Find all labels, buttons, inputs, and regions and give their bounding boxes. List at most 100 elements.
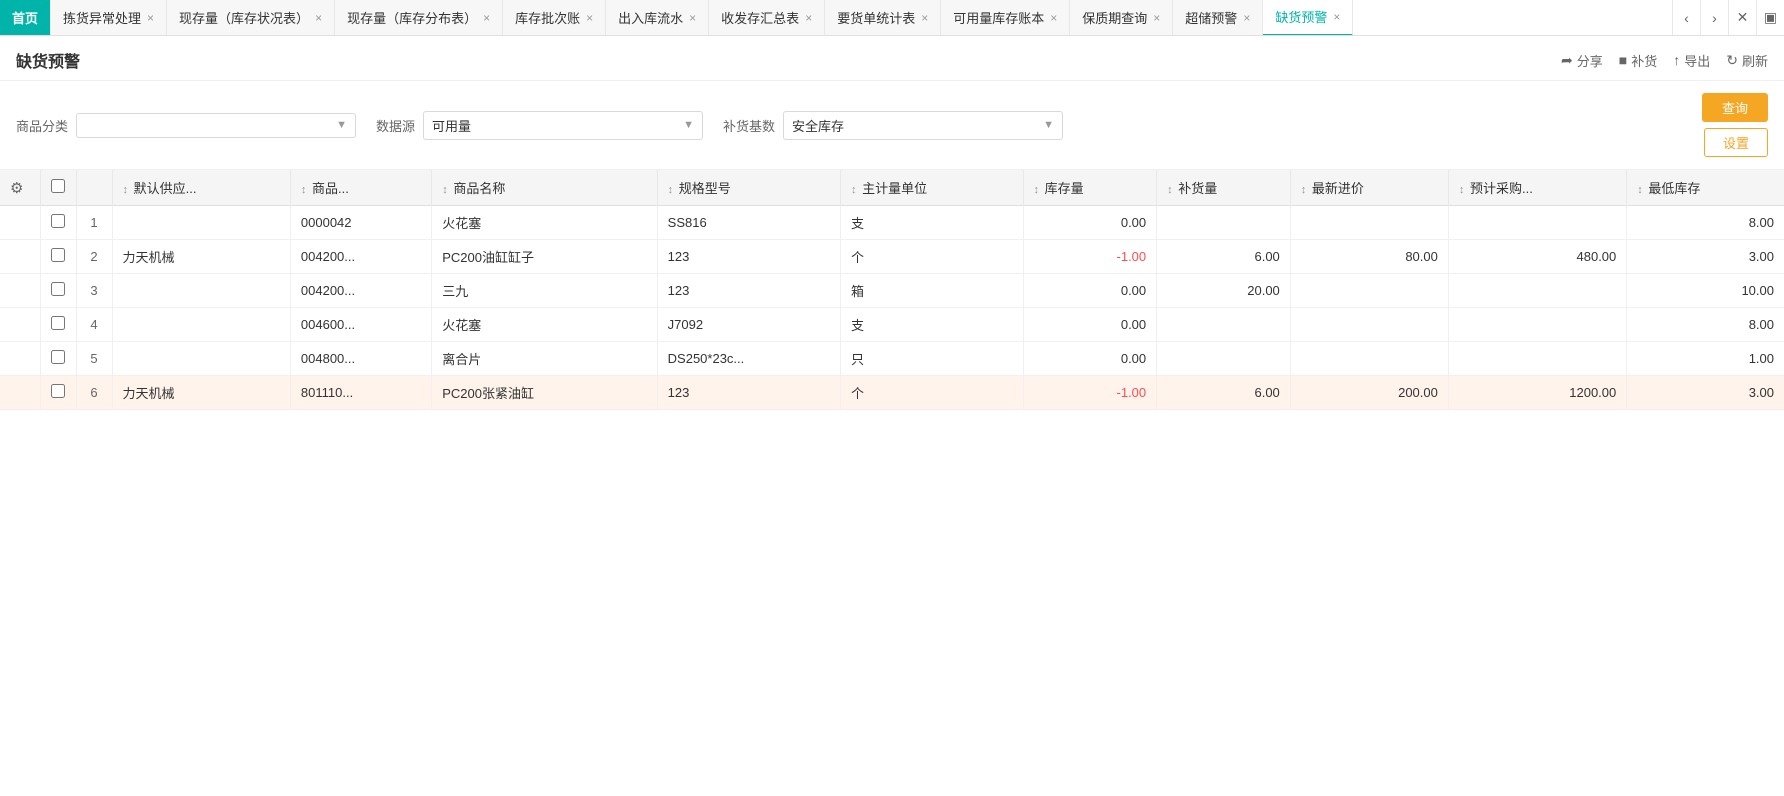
row-replenish-qty: 20.00 xyxy=(1157,274,1291,308)
share-button[interactable]: ➦ 分享 xyxy=(1561,51,1603,70)
tab-close-stock-status[interactable]: × xyxy=(315,11,322,25)
row-checkbox-cell xyxy=(40,206,76,240)
tab-shortage[interactable]: 缺货预警 × xyxy=(1263,0,1353,36)
row-product-name: 离合片 xyxy=(432,342,657,376)
tab-order-stats[interactable]: 要货单统计表 × xyxy=(825,0,941,36)
datasource-select[interactable]: 可用量 ▼ xyxy=(423,111,703,140)
tab-close-stock-batch[interactable]: × xyxy=(586,11,593,25)
row-spec: 123 xyxy=(657,274,840,308)
row-checkbox[interactable] xyxy=(51,384,65,398)
refresh-label: 刷新 xyxy=(1742,51,1768,70)
tab-close-shortage[interactable]: × xyxy=(1333,10,1340,24)
tab-close-current-button[interactable]: ✕ xyxy=(1728,0,1756,36)
row-min-stock: 1.00 xyxy=(1627,342,1784,376)
tab-close-order-stats[interactable]: × xyxy=(921,11,928,25)
tab-label: 现存量（库存分布表） xyxy=(347,8,477,27)
table-container: ⚙ ↕ 默认供应... ↕ 商品... ↕ xyxy=(0,170,1784,410)
tab-close-abnormal[interactable]: × xyxy=(147,11,154,25)
tab-prev-button[interactable]: ‹ xyxy=(1672,0,1700,36)
query-button[interactable]: 查询 xyxy=(1702,93,1768,122)
supplier-column-header[interactable]: ↕ 默认供应... xyxy=(112,170,290,206)
tab-available-ledger[interactable]: 可用量库存账本 × xyxy=(941,0,1070,36)
product-code-column-header[interactable]: ↕ 商品... xyxy=(290,170,431,206)
unit-column-header[interactable]: ↕ 主计量单位 xyxy=(841,170,1023,206)
replenish-base-select[interactable]: 安全库存 ▼ xyxy=(783,111,1063,140)
tab-receive-summary[interactable]: 收发存汇总表 × xyxy=(709,0,825,36)
latest-price-column-header[interactable]: ↕ 最新进价 xyxy=(1290,170,1448,206)
row-min-stock: 8.00 xyxy=(1627,206,1784,240)
tab-label: 缺货预警 xyxy=(1275,7,1327,26)
gear-icon[interactable]: ⚙ xyxy=(10,180,23,197)
tab-abnormal[interactable]: 拣货异常处理 × xyxy=(51,0,167,36)
row-est-purchase: 1200.00 xyxy=(1448,376,1626,410)
row-replenish-qty xyxy=(1157,342,1291,376)
row-product-code: 004200... xyxy=(290,240,431,274)
tab-close-stock-dist[interactable]: × xyxy=(483,11,490,25)
row-est-purchase xyxy=(1448,206,1626,240)
row-unit: 只 xyxy=(841,342,1023,376)
min-stock-column-header[interactable]: ↕ 最低库存 xyxy=(1627,170,1784,206)
main-content: 缺货预警 ➦ 分享 ■ 补货 ↑ 导出 ↻ 刷新 商品分类 xyxy=(0,36,1784,796)
table-row: 4 004600... 火花塞 J7092 支 0.00 8.00 xyxy=(0,308,1784,342)
select-all-checkbox[interactable] xyxy=(51,179,65,193)
row-supplier xyxy=(112,342,290,376)
table-header-row: ⚙ ↕ 默认供应... ↕ 商品... ↕ xyxy=(0,170,1784,206)
category-label: 商品分类 xyxy=(16,116,68,135)
tab-close-expiry[interactable]: × xyxy=(1153,11,1160,25)
tab-expiry[interactable]: 保质期查询 × xyxy=(1070,0,1173,36)
replenish-base-select-value: 安全库存 xyxy=(792,116,844,135)
refresh-button[interactable]: ↻ 刷新 xyxy=(1726,51,1768,70)
est-purchase-column-header[interactable]: ↕ 预计采购... xyxy=(1448,170,1626,206)
est-purchase-sort-icon: ↕ xyxy=(1459,184,1465,196)
row-supplier: 力天机械 xyxy=(112,376,290,410)
product-name-column-header[interactable]: ↕ 商品名称 xyxy=(432,170,657,206)
tab-label: 出入库流水 xyxy=(618,8,683,27)
row-gear-cell xyxy=(0,240,40,274)
export-button[interactable]: ↑ 导出 xyxy=(1673,51,1710,70)
table-row: 5 004800... 离合片 DS250*23c... 只 0.00 1.00 xyxy=(0,342,1784,376)
tab-stock-dist[interactable]: 现存量（库存分布表） × xyxy=(335,0,503,36)
tab-stock-batch[interactable]: 库存批次账 × xyxy=(503,0,606,36)
settings-button[interactable]: 设置 xyxy=(1704,128,1768,157)
tab-close-overstock[interactable]: × xyxy=(1243,11,1250,25)
row-min-stock: 3.00 xyxy=(1627,376,1784,410)
row-checkbox[interactable] xyxy=(51,248,65,262)
spec-sort-icon: ↕ xyxy=(668,184,674,196)
row-checkbox[interactable] xyxy=(51,350,65,364)
filter-actions: 查询 设置 xyxy=(1702,93,1768,157)
row-number: 3 xyxy=(76,274,112,308)
stock-column-header[interactable]: ↕ 库存量 xyxy=(1023,170,1157,206)
tab-inout-flow[interactable]: 出入库流水 × xyxy=(606,0,709,36)
tab-overstock[interactable]: 超储预警 × xyxy=(1173,0,1263,36)
category-select[interactable]: ▼ xyxy=(76,113,356,138)
tab-close-available-ledger[interactable]: × xyxy=(1050,11,1057,25)
export-label: 导出 xyxy=(1684,51,1710,70)
replenish-qty-column-header[interactable]: ↕ 补货量 xyxy=(1157,170,1291,206)
row-replenish-qty: 6.00 xyxy=(1157,240,1291,274)
row-gear-cell xyxy=(0,376,40,410)
replenish-base-label: 补货基数 xyxy=(723,116,775,135)
category-select-arrow-icon: ▼ xyxy=(336,119,347,131)
tab-close-receive-summary[interactable]: × xyxy=(805,11,812,25)
tab-close-all-button[interactable]: ▣ xyxy=(1756,0,1784,36)
rownum-column-header xyxy=(76,170,112,206)
row-checkbox[interactable] xyxy=(51,316,65,330)
replenish-button[interactable]: ■ 补货 xyxy=(1619,51,1657,70)
row-unit: 支 xyxy=(841,206,1023,240)
datasource-select-value: 可用量 xyxy=(432,116,471,135)
tab-home[interactable]: 首页 xyxy=(0,0,51,36)
spec-column-header[interactable]: ↕ 规格型号 xyxy=(657,170,840,206)
row-checkbox[interactable] xyxy=(51,282,65,296)
category-select-value xyxy=(85,118,89,133)
row-number: 6 xyxy=(76,376,112,410)
product-code-sort-icon: ↕ xyxy=(301,184,307,196)
row-replenish-qty xyxy=(1157,206,1291,240)
stock-sort-icon: ↕ xyxy=(1034,184,1040,196)
filter-area: 商品分类 ▼ 数据源 可用量 ▼ 补货基数 安全库存 ▼ 查询 设置 xyxy=(0,81,1784,170)
row-spec: J7092 xyxy=(657,308,840,342)
tab-next-button[interactable]: › xyxy=(1700,0,1728,36)
tab-label: 要货单统计表 xyxy=(837,8,915,27)
tab-stock-status[interactable]: 现存量（库存状况表） × xyxy=(167,0,335,36)
tab-close-inout-flow[interactable]: × xyxy=(689,11,696,25)
row-checkbox[interactable] xyxy=(51,214,65,228)
